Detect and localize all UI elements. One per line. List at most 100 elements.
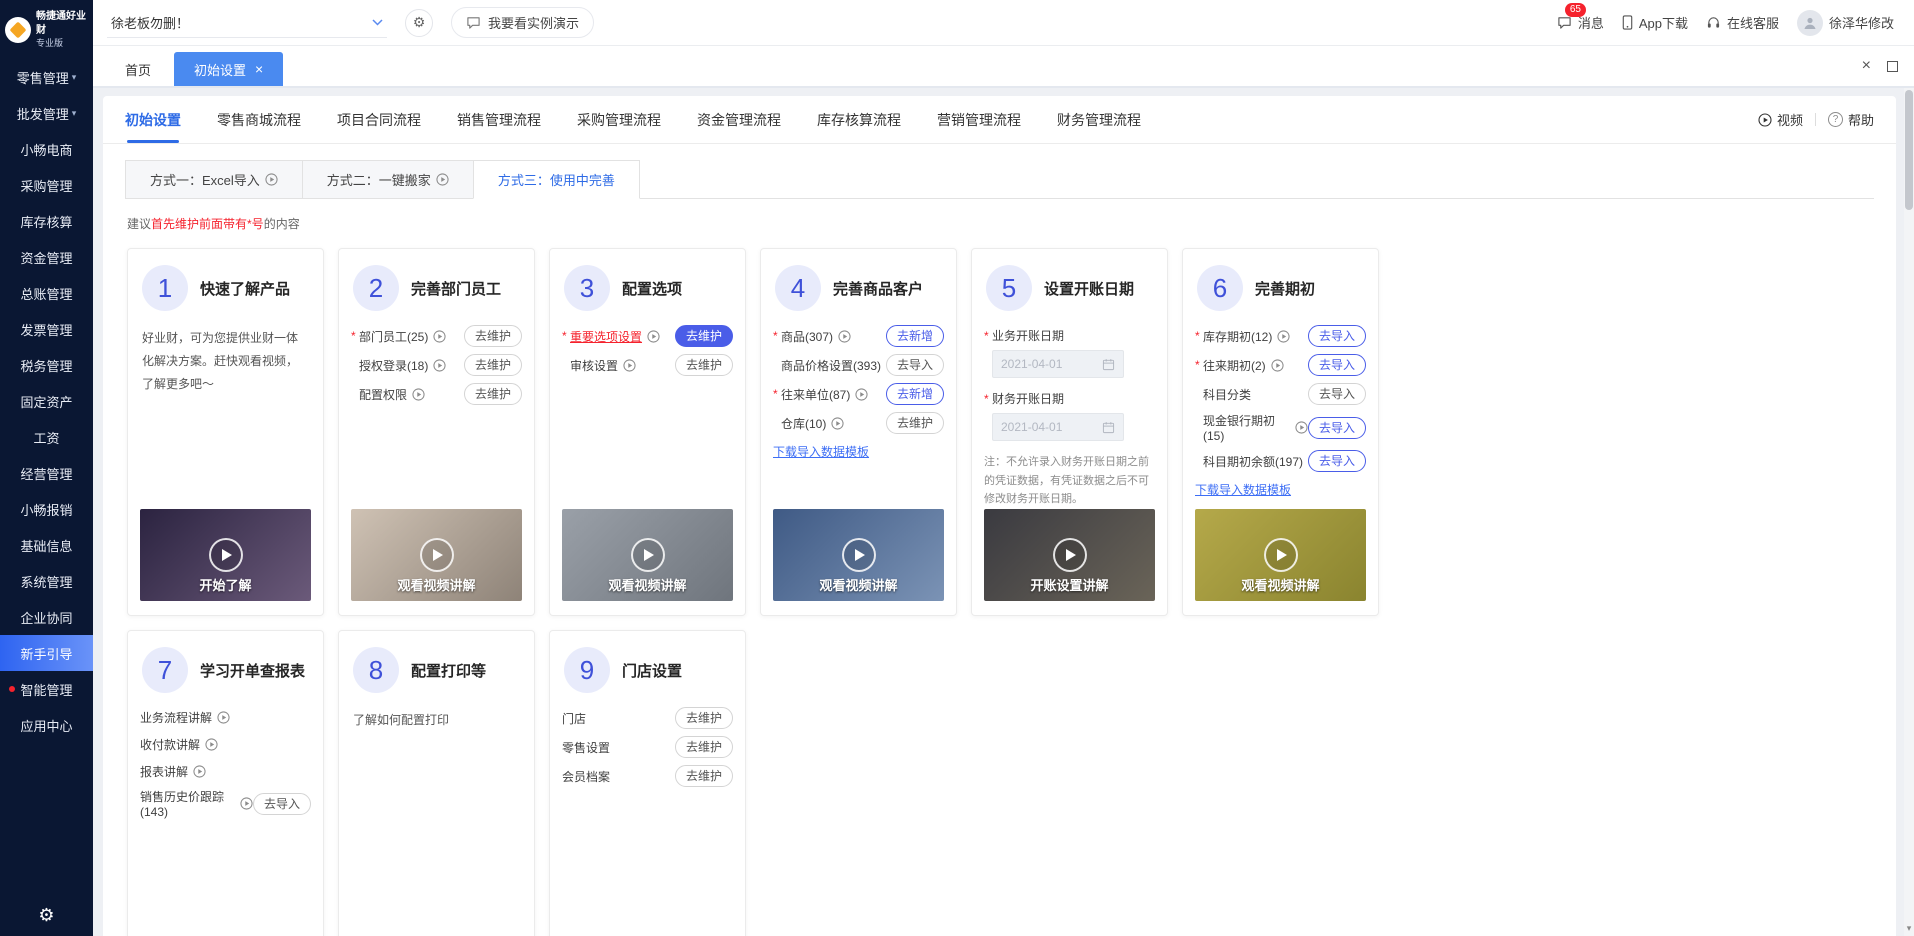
video-play-icon[interactable] (630, 538, 665, 573)
sidebar-item[interactable]: 新手引导 (0, 635, 93, 672)
play-icon[interactable] (412, 387, 425, 401)
sidebar-item[interactable]: 批发管理 ▾ (0, 95, 93, 131)
play-icon[interactable] (1295, 421, 1308, 434)
play-icon[interactable] (647, 329, 660, 343)
play-icon[interactable] (623, 358, 636, 372)
action-button[interactable]: 去维护 (463, 383, 522, 405)
video-play-icon[interactable] (1052, 538, 1087, 573)
method-play-icon[interactable] (265, 173, 278, 186)
action-button[interactable]: 去维护 (674, 736, 733, 759)
play-icon[interactable] (433, 358, 446, 372)
vertical-scrollbar[interactable]: ▾ (1904, 88, 1914, 936)
action-button[interactable]: 去导入 (1307, 383, 1366, 405)
flow-nav-tab[interactable]: 销售管理流程 (457, 96, 541, 143)
video-thumbnail[interactable]: 观看视频讲解 (351, 509, 522, 602)
action-button[interactable]: 去维护 (674, 354, 733, 376)
download-template-link[interactable]: 下载导入数据模板 (773, 443, 869, 460)
user-menu[interactable]: 徐泽华修改 (1796, 9, 1894, 36)
video-thumbnail[interactable]: 开账设置讲解 (984, 509, 1155, 602)
action-button[interactable]: 去维护 (463, 325, 522, 347)
sidebar-item[interactable]: 零售管理 ▾ (0, 59, 93, 95)
action-button[interactable]: 去维护 (674, 325, 733, 347)
task-label[interactable]: 重要选项设置 (570, 328, 642, 345)
video-thumbnail[interactable]: 开始了解 (140, 509, 311, 602)
action-button[interactable]: 去导入 (1307, 416, 1366, 439)
company-select[interactable]: 徐老板勿删！ (107, 8, 387, 38)
method-tab[interactable]: 方式一：Excel导入 (125, 160, 303, 199)
sidebar-item[interactable]: 小畅电商 (0, 131, 93, 167)
scroll-down-arrow-icon[interactable]: ▾ (1904, 923, 1914, 934)
tab-home[interactable]: 首页 (105, 52, 172, 86)
method-tab[interactable]: 方式三：使用中完善 (472, 160, 640, 199)
action-button[interactable]: 去维护 (885, 412, 944, 434)
online-service-button[interactable]: 在线客服 (1706, 13, 1779, 32)
sidebar-item[interactable]: 智能管理 (0, 671, 93, 707)
sidebar-item[interactable]: 企业协同 (0, 599, 93, 635)
play-icon[interactable] (855, 387, 868, 401)
play-icon[interactable] (205, 737, 218, 751)
date-input[interactable]: 2021-04-01 (992, 350, 1124, 378)
flow-nav-tab[interactable]: 采购管理流程 (577, 96, 661, 143)
tab-close-icon[interactable]: × (255, 62, 263, 76)
sidebar-item[interactable]: 资金管理 (0, 239, 93, 275)
video-thumbnail[interactable]: 观看视频讲解 (562, 509, 733, 602)
method-play-icon[interactable] (436, 173, 449, 186)
video-play-icon[interactable] (208, 538, 243, 573)
action-button[interactable]: 去维护 (674, 765, 733, 788)
sidebar-item[interactable]: 应用中心 (0, 707, 93, 743)
action-button[interactable]: 去新增 (885, 325, 944, 347)
help-button[interactable]: ? 帮助 (1827, 110, 1874, 129)
play-icon[interactable] (217, 710, 230, 724)
sidebar-item[interactable]: 工资 (0, 419, 93, 455)
sidebar-item[interactable]: 经营管理 (0, 455, 93, 491)
video-button[interactable]: 视频 (1758, 110, 1803, 129)
flow-nav-tab[interactable]: 项目合同流程 (337, 96, 421, 143)
action-button[interactable]: 去新增 (885, 383, 944, 405)
date-input[interactable]: 2021-04-01 (992, 413, 1124, 441)
play-icon[interactable] (831, 416, 844, 430)
close-tabs-icon[interactable]: × (1862, 58, 1871, 74)
video-play-icon[interactable] (1263, 538, 1298, 573)
sidebar-item[interactable]: 小畅报销 (0, 491, 93, 527)
action-button[interactable]: 去维护 (674, 707, 733, 730)
play-icon[interactable] (433, 329, 446, 343)
action-button[interactable]: 去维护 (463, 354, 522, 376)
sidebar-item[interactable]: 采购管理 (0, 167, 93, 203)
sidebar-item[interactable]: 系统管理 (0, 563, 93, 599)
flow-nav-tab[interactable]: 库存核算流程 (817, 96, 901, 143)
settings-gear-icon[interactable]: ⚙ (0, 894, 93, 936)
action-button[interactable]: 去导入 (1307, 354, 1366, 376)
action-button[interactable]: 去导入 (885, 354, 944, 376)
flow-nav-tab[interactable]: 资金管理流程 (697, 96, 781, 143)
action-button[interactable]: 去导入 (1307, 450, 1366, 472)
sidebar-item[interactable]: 基础信息 (0, 527, 93, 563)
demo-button[interactable]: 我要看实例演示 (451, 7, 595, 38)
sidebar-item[interactable]: 税务管理 (0, 347, 93, 383)
play-icon[interactable] (193, 764, 206, 778)
sidebar-item[interactable]: 总账管理 (0, 275, 93, 311)
flow-nav-tab[interactable]: 财务管理流程 (1057, 96, 1141, 143)
flow-nav-tab[interactable]: 零售商城流程 (217, 96, 301, 143)
action-button[interactable]: 去导入 (1307, 325, 1366, 347)
play-icon[interactable] (1271, 358, 1284, 372)
play-icon[interactable] (1277, 329, 1290, 343)
messages-button[interactable]: 65 消息 (1557, 3, 1604, 32)
app-download-button[interactable]: App下载 (1622, 13, 1688, 32)
video-thumbnail[interactable]: 观看视频讲解 (1195, 509, 1366, 602)
sidebar-item[interactable]: 库存核算 (0, 203, 93, 239)
video-play-icon[interactable] (419, 538, 454, 573)
flow-nav-tab[interactable]: 初始设置 (125, 96, 181, 143)
video-play-icon[interactable] (841, 538, 876, 573)
sidebar-item[interactable]: 发票管理 (0, 311, 93, 347)
video-thumbnail[interactable]: 观看视频讲解 (773, 509, 944, 602)
scrollbar-thumb[interactable] (1905, 90, 1913, 210)
tab-initial-settings[interactable]: 初始设置 × (174, 52, 284, 86)
workspace-gear-icon[interactable]: ⚙ (405, 8, 433, 37)
download-template-link[interactable]: 下载导入数据模板 (1195, 481, 1291, 498)
flow-nav-tab[interactable]: 营销管理流程 (937, 96, 1021, 143)
method-tab[interactable]: 方式二：一键搬家 (301, 160, 474, 199)
fullscreen-icon[interactable] (1887, 60, 1898, 72)
action-button[interactable]: 去导入 (252, 792, 311, 815)
sidebar-item[interactable]: 固定资产 (0, 383, 93, 419)
play-icon[interactable] (240, 797, 253, 810)
